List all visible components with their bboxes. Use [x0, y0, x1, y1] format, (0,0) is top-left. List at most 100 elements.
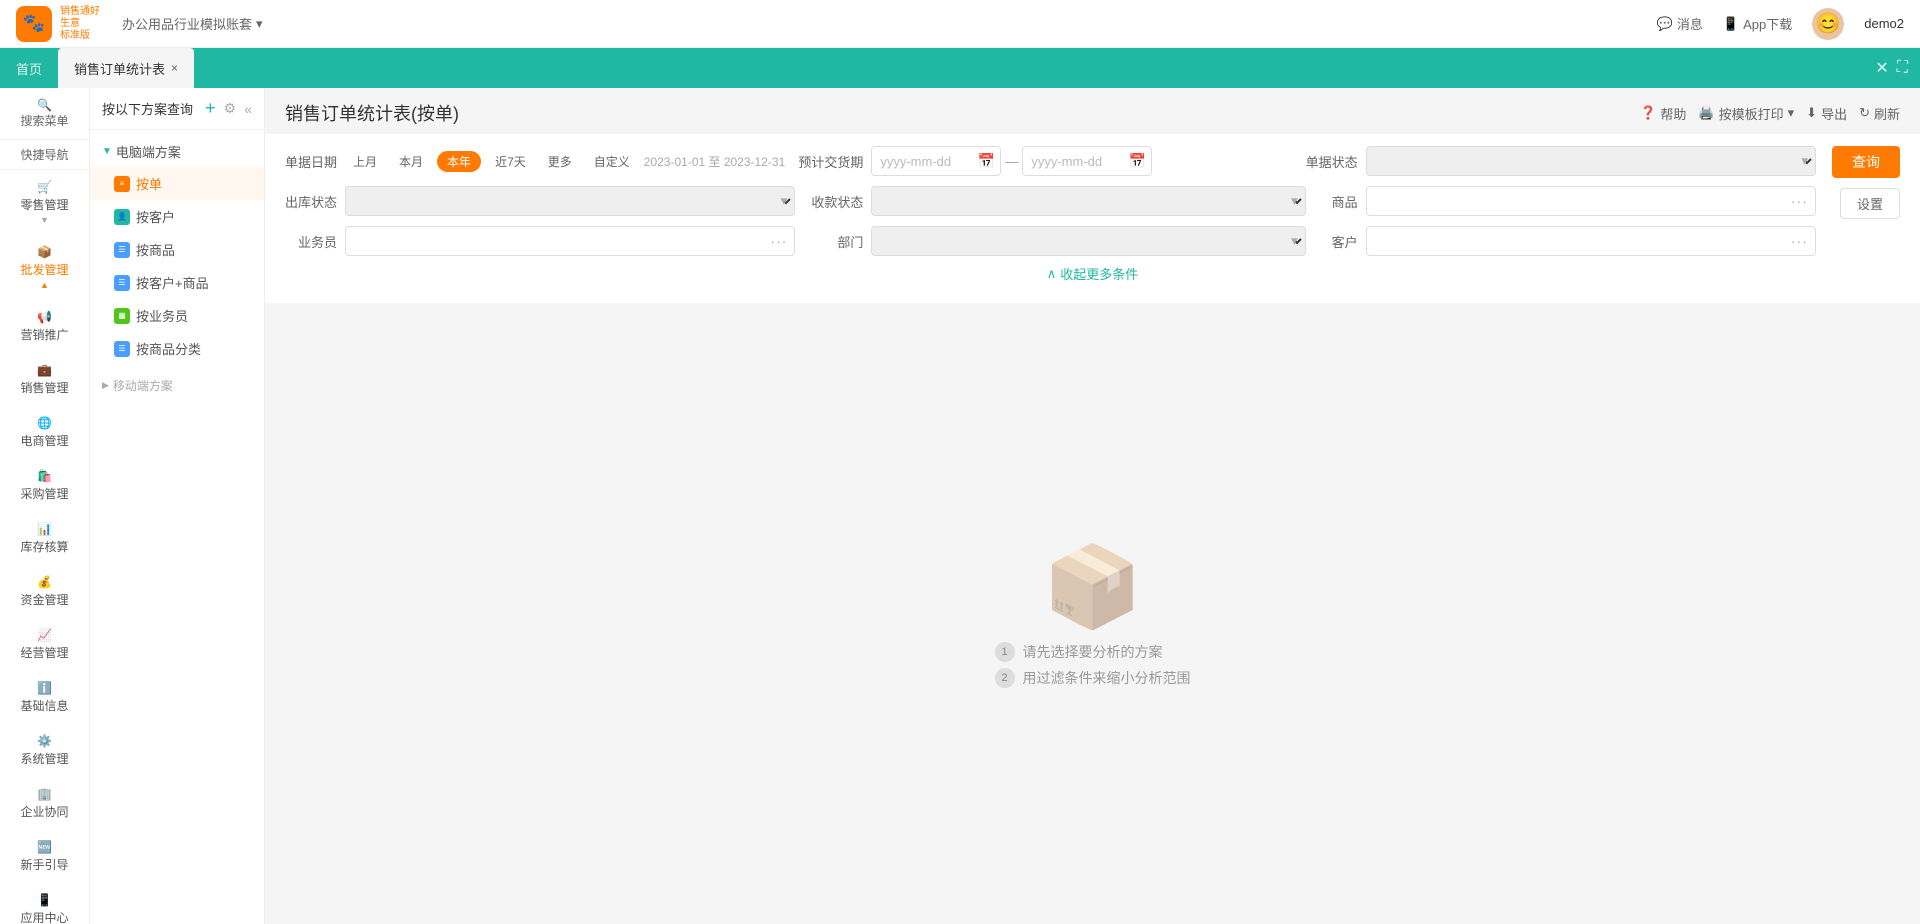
date-separator: — [1005, 154, 1018, 169]
print-arrow-icon: ▾ [1788, 105, 1795, 121]
left-panel-actions: + ⚙ « [205, 98, 252, 119]
sidebar-item-purchase[interactable]: 🛍️ 采购管理 [0, 459, 89, 512]
sidebar-item-operation[interactable]: 📈 经营管理 [0, 618, 89, 671]
enterprise-icon: 🏢 [37, 787, 52, 801]
sidebar-item-basic[interactable]: ℹ️ 基础信息 [0, 671, 89, 724]
sidebar-item-ecommerce[interactable]: 🌐 电商管理 [0, 406, 89, 459]
wholesale-icon: 📦 [37, 245, 52, 259]
tree-item-by-salesperson[interactable]: ▦ 按业务员 [90, 299, 264, 332]
sidebar-item-finance[interactable]: 💰 资金管理 [0, 565, 89, 618]
tree-section-desktop: ▼ 电脑端方案 ≡ 按单 👤 按客户 ☰ 按商品 ☰ 按客户+商品 ▦ 按业务员 [90, 130, 264, 371]
tree-section-mobile[interactable]: ▶ 移动端方案 [90, 371, 264, 400]
logo-area: 🐾 销售通好生意 标准版 [16, 6, 106, 42]
print-button[interactable]: 🖨️ 按模板打印 ▾ [1698, 104, 1794, 123]
tab-sales-stat[interactable]: 销售订单统计表 × [58, 48, 194, 88]
app-center-icon: 📱 [37, 893, 52, 907]
calendar-end-icon[interactable]: 📅 [1129, 153, 1146, 170]
top-bar-middle: 办公用品行业模拟账套 ▾ [106, 14, 1657, 33]
product-more-icon[interactable]: ··· [1791, 193, 1808, 209]
product-label: 商品 [1306, 192, 1366, 211]
sales-icon: 💼 [37, 363, 52, 377]
empty-tips: 1 请先选择要分析的方案 2 用过滤条件来缩小分析范围 [995, 642, 1191, 688]
retail-icon: 🛒 [37, 180, 52, 194]
download-icon: 📱 [1723, 16, 1739, 32]
salesperson-input[interactable] [345, 226, 795, 256]
sidebar-item-newbie[interactable]: 🆕 新手引导 [0, 830, 89, 883]
department-select[interactable] [871, 226, 1305, 256]
date-btn-7days[interactable]: 近7天 [487, 151, 534, 172]
by-category-icon: ☰ [114, 341, 130, 357]
expand-mobile-icon: ▶ [102, 380, 109, 391]
maximize-window-icon[interactable]: ⛶ [1897, 59, 1908, 77]
operation-icon: 📈 [37, 628, 52, 642]
tree-item-by-category[interactable]: ☰ 按商品分类 [90, 332, 264, 365]
sidebar-item-system[interactable]: ⚙️ 系统管理 [0, 724, 89, 777]
marketing-icon: 📢 [37, 310, 52, 324]
collapse-panel-button[interactable]: « [244, 101, 252, 117]
tree-parent-desktop[interactable]: ▼ 电脑端方案 [90, 136, 264, 167]
logo-icon: 🐾 [16, 6, 52, 42]
tab-home[interactable]: 首页 [0, 48, 58, 88]
product-input[interactable] [1366, 186, 1816, 216]
query-button[interactable]: 查询 [1832, 146, 1900, 178]
empty-tip-1: 1 请先选择要分析的方案 [995, 642, 1191, 662]
message-icon: 💬 [1657, 16, 1673, 32]
sidebar-item-retail[interactable]: 🛒 零售管理 ▼ [0, 170, 89, 235]
sidebar-item-app-center[interactable]: 📱 应用中心 [0, 883, 89, 924]
export-button[interactable]: ⬇ 导出 [1806, 104, 1847, 123]
by-product-icon: ☰ [114, 242, 130, 258]
content-area: 销售订单统计表(按单) ❓ 帮助 🖨️ 按模板打印 ▾ ⬇ 导出 ↻ 刷新 [265, 88, 1920, 924]
empty-tip-2: 2 用过滤条件来缩小分析范围 [995, 668, 1191, 688]
sidebar-item-sales[interactable]: 💼 销售管理 [0, 353, 89, 406]
payment-status-select[interactable] [871, 186, 1305, 216]
sidebar-quick-nav[interactable]: 快捷导航 [0, 140, 89, 170]
help-icon: ❓ [1640, 105, 1656, 121]
purchase-icon: 🛍️ [37, 469, 52, 483]
salesperson-label: 业务员 [285, 232, 345, 251]
settings-button[interactable]: 设置 [1840, 188, 1900, 219]
close-window-icon[interactable]: ✕ [1875, 58, 1888, 78]
export-icon: ⬇ [1806, 105, 1817, 121]
sidebar-item-wholesale[interactable]: 📦 批发管理 ▲ [0, 235, 89, 300]
customer-label: 客户 [1306, 232, 1366, 251]
tree-item-by-order[interactable]: ≡ 按单 [90, 167, 264, 200]
inventory-icon: 📊 [37, 522, 52, 536]
add-scheme-button[interactable]: + [205, 98, 216, 119]
refresh-button[interactable]: ↻ 刷新 [1859, 104, 1900, 123]
date-btn-this-month[interactable]: 本月 [391, 151, 431, 172]
sidebar-item-marketing[interactable]: 📢 营销推广 [0, 300, 89, 353]
date-btn-last-month[interactable]: 上月 [345, 151, 385, 172]
calendar-start-icon[interactable]: 📅 [978, 153, 995, 170]
customer-input[interactable] [1366, 226, 1816, 256]
message-button[interactable]: 💬 消息 [1657, 14, 1703, 33]
date-btn-more[interactable]: 更多 [540, 151, 580, 172]
tree-item-by-customer[interactable]: 👤 按客户 [90, 200, 264, 233]
order-status-select[interactable] [1366, 146, 1816, 176]
sidebar-item-enterprise[interactable]: 🏢 企业协同 [0, 777, 89, 830]
delivery-status-select[interactable] [345, 186, 795, 216]
tab-close-icon[interactable]: × [171, 61, 178, 75]
settings-scheme-icon[interactable]: ⚙ [224, 100, 237, 117]
user-name: demo2 [1864, 16, 1904, 31]
tree-item-by-customer-product[interactable]: ☰ 按客户+商品 [90, 266, 264, 299]
tip-num-1: 1 [995, 642, 1015, 662]
salesperson-more-icon[interactable]: ··· [770, 233, 787, 249]
avatar[interactable]: 😊 [1812, 8, 1844, 40]
tip-num-2: 2 [995, 668, 1015, 688]
help-button[interactable]: ❓ 帮助 [1640, 104, 1686, 123]
date-btn-custom[interactable]: 自定义 [586, 151, 638, 172]
by-customer-product-icon: ☰ [114, 275, 130, 291]
date-btn-this-year[interactable]: 本年 [437, 151, 481, 172]
customer-more-icon[interactable]: ··· [1791, 233, 1808, 249]
basic-icon: ℹ️ [37, 681, 52, 695]
delivery-status-label: 出库状态 [285, 192, 345, 211]
app-download-button[interactable]: 📱 App下载 [1723, 14, 1792, 33]
page-header: 销售订单统计表(按单) ❓ 帮助 🖨️ 按模板打印 ▾ ⬇ 导出 ↻ 刷新 [265, 88, 1920, 134]
collapse-button[interactable]: ∧ 收起更多条件 [1047, 264, 1139, 283]
by-salesperson-icon: ▦ [114, 308, 130, 324]
sidebar-item-inventory[interactable]: 📊 库存核算 [0, 512, 89, 565]
sidebar-search[interactable]: 🔍 搜索菜单 [0, 88, 89, 140]
industry-select[interactable]: 办公用品行业模拟账套 ▾ [122, 14, 263, 33]
payment-status-label: 收款状态 [795, 192, 871, 211]
tree-item-by-product[interactable]: ☰ 按商品 [90, 233, 264, 266]
